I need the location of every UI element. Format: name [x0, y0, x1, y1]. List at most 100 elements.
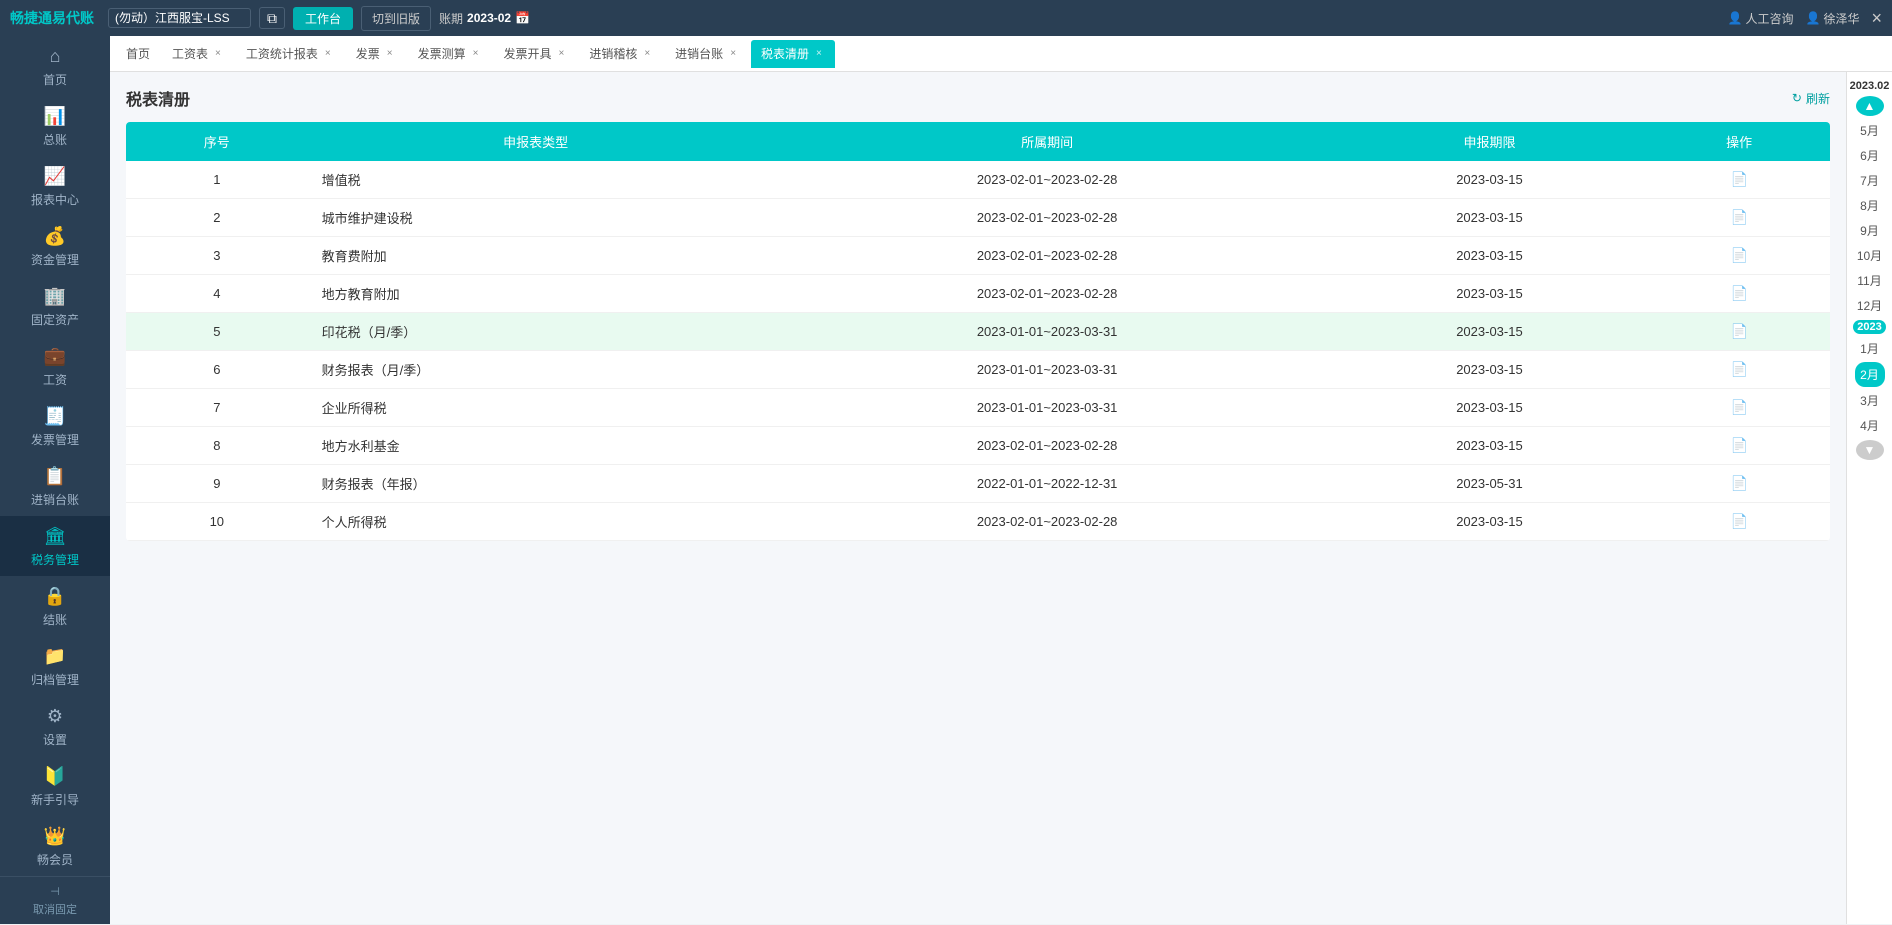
row-action[interactable]: 📄: [1648, 465, 1830, 503]
row-no: 1: [126, 161, 308, 199]
tab-label-tax-list: 税表清册: [761, 45, 809, 62]
sidebar-item-settings[interactable]: ⚙ 设置: [0, 696, 110, 756]
tab-sales-check[interactable]: 进销稽核×: [579, 40, 663, 68]
app-layout: ⌂ 首页 📊 总账 📈 报表中心 💰 资金管理 🏢 固定资产 💼 工资 🧾 发票…: [0, 36, 1892, 924]
row-no: 4: [126, 275, 308, 313]
tab-salary-stat[interactable]: 工资统计报表 ×: [236, 40, 344, 68]
tab-home[interactable]: 首页: [116, 45, 160, 62]
action-icon[interactable]: 📄: [1730, 171, 1747, 187]
row-action[interactable]: 📄: [1648, 389, 1830, 427]
sidebar-item-guide[interactable]: 🔰 新手引导: [0, 756, 110, 816]
panel-month[interactable]: 11月: [1857, 268, 1882, 293]
sidebar-label-settings: 设置: [43, 731, 67, 748]
home-icon: ⌂: [50, 46, 61, 67]
tab-close-sales-check[interactable]: ×: [641, 47, 653, 60]
row-action[interactable]: 📄: [1648, 237, 1830, 275]
refresh-button[interactable]: ↻ 刷新: [1792, 90, 1830, 107]
action-icon[interactable]: 📄: [1730, 437, 1747, 453]
tab-close-invoice[interactable]: ×: [384, 47, 396, 60]
action-icon[interactable]: 📄: [1730, 475, 1747, 491]
panel-month[interactable]: 7月: [1857, 168, 1882, 193]
sidebar-item-fund[interactable]: 💰 资金管理: [0, 216, 110, 276]
switch-button[interactable]: 切到旧版: [361, 6, 431, 31]
tab-close-sales-ledger[interactable]: ×: [727, 47, 739, 60]
sidebar-item-sales[interactable]: 📋 进销台账: [0, 456, 110, 516]
panel-month[interactable]: 8月: [1857, 193, 1882, 218]
action-icon[interactable]: 📄: [1730, 323, 1747, 339]
row-action[interactable]: 📄: [1648, 161, 1830, 199]
action-icon[interactable]: 📄: [1730, 285, 1747, 301]
data-table: 序号申报表类型所属期间申报期限操作 1 增值税 2023-02-01~2023-…: [126, 122, 1830, 541]
member-icon: 👑: [44, 826, 66, 847]
sidebar-item-asset[interactable]: 🏢 固定资产: [0, 276, 110, 336]
page-area: 税表清册 ↻ 刷新 序号申报表类型所属期间申报期限操作 1 增值税 2023-0…: [110, 72, 1892, 924]
tab-close-invoice-open[interactable]: ×: [555, 47, 567, 60]
row-deadline: 2023-05-31: [1331, 465, 1649, 503]
row-deadline: 2023-03-15: [1331, 275, 1649, 313]
guide-icon: 🔰: [44, 766, 66, 787]
tab-close-salary-table[interactable]: ×: [212, 47, 224, 60]
panel-month[interactable]: 12月: [1857, 293, 1882, 318]
tab-close-tax-list[interactable]: ×: [813, 47, 825, 60]
copy-icon[interactable]: ⧉: [259, 7, 285, 29]
sidebar: ⌂ 首页 📊 总账 📈 报表中心 💰 资金管理 🏢 固定资产 💼 工资 🧾 发票…: [0, 36, 110, 924]
row-type: 财务报表（月/季）: [308, 351, 764, 389]
sidebar-item-salary[interactable]: 💼 工资: [0, 336, 110, 396]
row-action[interactable]: 📄: [1648, 503, 1830, 541]
tab-invoice[interactable]: 发票×: [346, 40, 406, 68]
close-button[interactable]: ×: [1871, 8, 1882, 29]
tab-sales-ledger[interactable]: 进销台账×: [665, 40, 749, 68]
company-select[interactable]: (勿动）江西服宝-LSS: [108, 8, 251, 28]
action-icon[interactable]: 📄: [1730, 513, 1747, 529]
row-action[interactable]: 📄: [1648, 351, 1830, 389]
row-action[interactable]: 📄: [1648, 427, 1830, 465]
sidebar-label-salary: 工资: [43, 371, 67, 388]
action-icon[interactable]: 📄: [1730, 361, 1747, 377]
user-info[interactable]: 👤 徐泽华: [1806, 10, 1860, 27]
tab-close-salary-stat[interactable]: ×: [322, 47, 334, 60]
sales-icon: 📋: [44, 466, 66, 487]
action-icon[interactable]: 📄: [1730, 247, 1747, 263]
close-icon: 🔒: [44, 586, 66, 607]
panel-month[interactable]: 1月: [1855, 336, 1885, 361]
tab-tax-list[interactable]: 税表清册 ×: [751, 40, 835, 68]
ai-consult[interactable]: 👤 人工咨询: [1728, 10, 1794, 27]
row-action[interactable]: 📄: [1648, 275, 1830, 313]
row-action[interactable]: 📄: [1648, 199, 1830, 237]
action-icon[interactable]: 📄: [1730, 209, 1747, 225]
panel-month[interactable]: 10月: [1857, 243, 1882, 268]
tab-invoice-calc[interactable]: 发票测算×: [408, 40, 492, 68]
panel-month[interactable]: 3月: [1855, 388, 1885, 413]
tab-label-salary-stat: 工资统计报表: [246, 45, 318, 62]
panel-nav-up[interactable]: ▲: [1856, 96, 1884, 116]
row-type: 个人所得税: [308, 503, 764, 541]
panel-month[interactable]: 6月: [1857, 143, 1882, 168]
row-deadline: 2023-03-15: [1331, 351, 1649, 389]
panel-month-active[interactable]: 2月: [1855, 362, 1885, 387]
sidebar-item-archive[interactable]: 📁 归档管理: [0, 636, 110, 696]
panel-month[interactable]: 4月: [1855, 413, 1885, 438]
table-body: 1 增值税 2023-02-01~2023-02-28 2023-03-15 📄…: [126, 161, 1830, 541]
sidebar-item-member[interactable]: 👑 畅会员: [0, 816, 110, 876]
panel-month[interactable]: 9月: [1857, 218, 1882, 243]
row-period: 2023-02-01~2023-02-28: [764, 199, 1331, 237]
action-icon[interactable]: 📄: [1730, 399, 1747, 415]
sidebar-bottom[interactable]: ⊣ 取消固定: [0, 876, 110, 925]
sidebar-item-close[interactable]: 🔒 结账: [0, 576, 110, 636]
tab-close-invoice-calc[interactable]: ×: [470, 47, 482, 60]
tab-invoice-open[interactable]: 发票开具×: [493, 40, 577, 68]
sidebar-item-home[interactable]: ⌂ 首页: [0, 36, 110, 96]
panel-nav-down[interactable]: ▼: [1856, 440, 1884, 460]
sidebar-item-tax[interactable]: 🏛 税务管理: [0, 516, 110, 576]
sidebar-item-report[interactable]: 📈 报表中心: [0, 156, 110, 216]
period-label: 账期 2023-02 📅: [439, 10, 530, 27]
row-action[interactable]: 📄: [1648, 313, 1830, 351]
sidebar-item-ledger[interactable]: 📊 总账: [0, 96, 110, 156]
tab-salary-table[interactable]: 工资表×: [162, 40, 234, 68]
fund-icon: 💰: [44, 226, 66, 247]
row-period: 2023-02-01~2023-02-28: [764, 503, 1331, 541]
workspace-button[interactable]: 工作台: [293, 7, 353, 30]
panel-month[interactable]: 5月: [1857, 118, 1882, 143]
sidebar-item-invoice[interactable]: 🧾 发票管理: [0, 396, 110, 456]
tax-icon: 🏛: [44, 526, 67, 547]
